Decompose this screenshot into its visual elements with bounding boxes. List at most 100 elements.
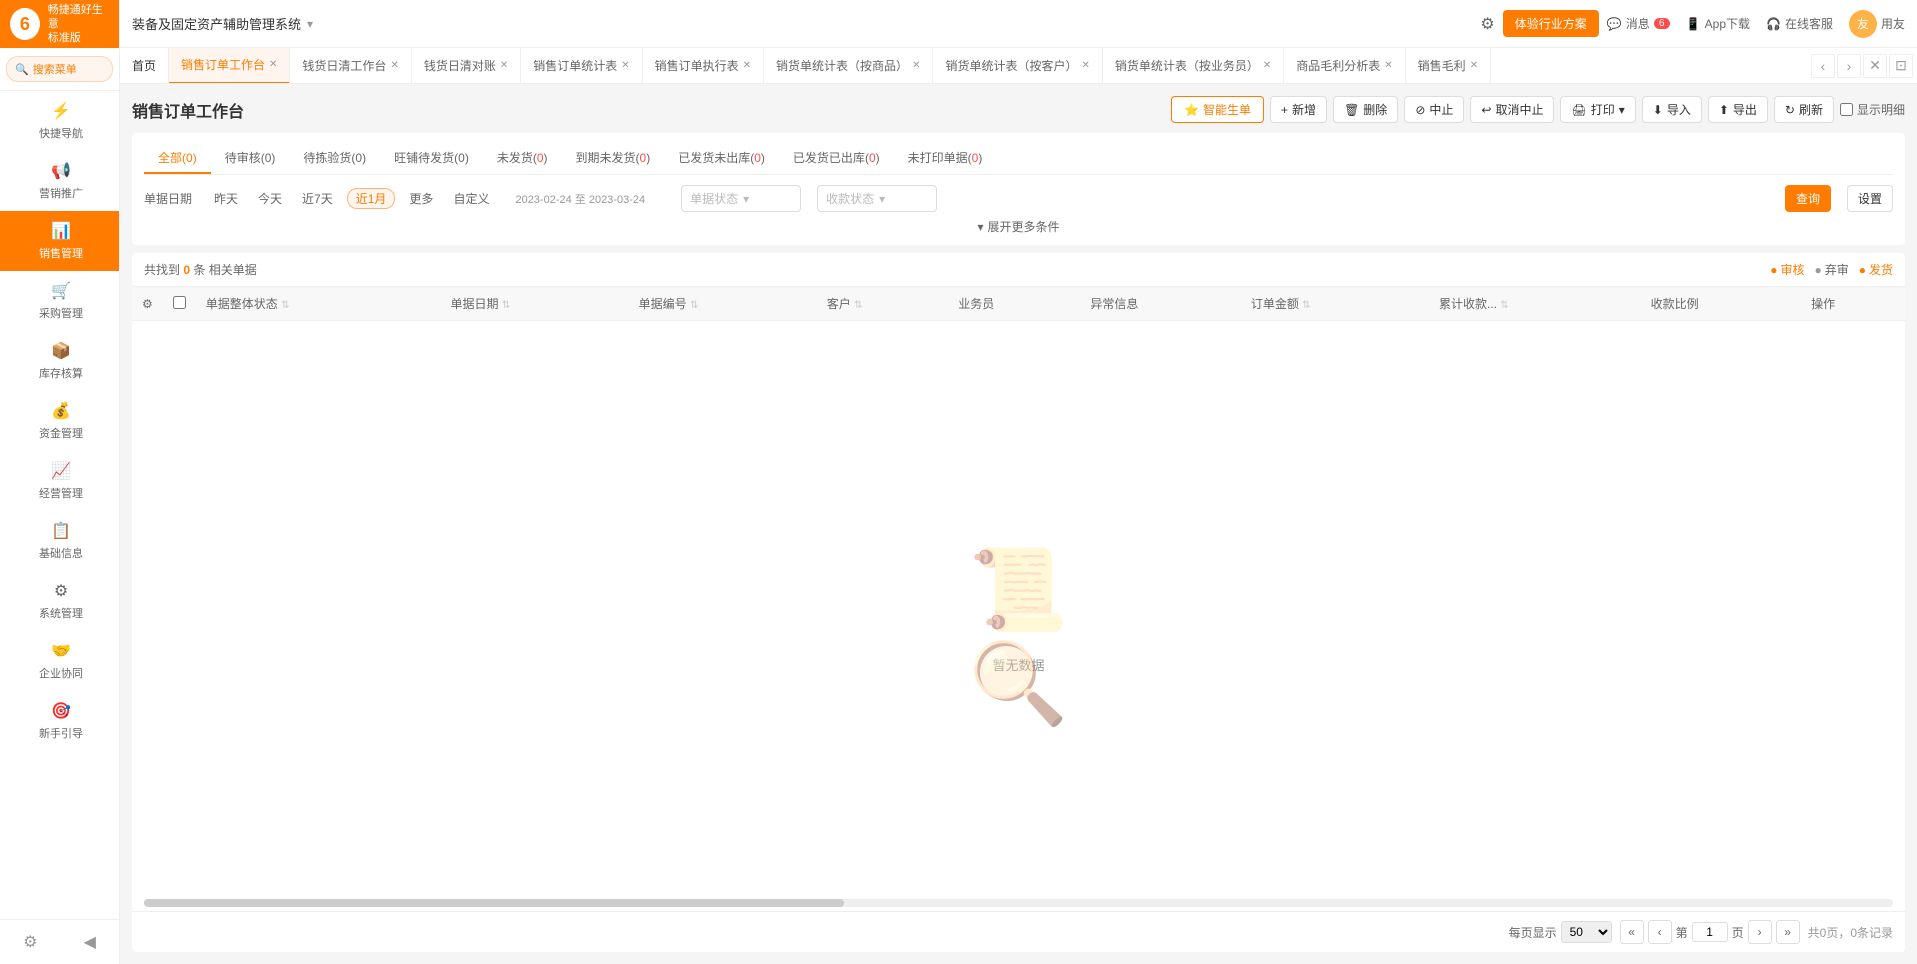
tab-sales-stat-customer[interactable]: 销货单统计表（按客户） ✕ xyxy=(933,48,1102,84)
date-option-custom[interactable]: 自定义 xyxy=(447,188,495,209)
tab-sales-stat-staff-close[interactable]: ✕ xyxy=(1263,60,1271,71)
dropdown-arrow-icon: ▾ xyxy=(307,17,313,31)
sidebar-item-base[interactable]: 📋 基础信息 xyxy=(0,511,119,571)
sidebar-item-enterprise[interactable]: 🤝 企业协同 xyxy=(0,631,119,691)
sidebar-item-finance[interactable]: 💰 资金管理 xyxy=(0,391,119,451)
show-detail-input[interactable] xyxy=(1840,103,1853,116)
subtab-shipped-unout[interactable]: 已发货未出库(0) xyxy=(664,143,779,174)
import-button[interactable]: ⬇ 导入 xyxy=(1642,96,1702,123)
tab-sales-stat-product[interactable]: 销货单统计表（按商品） ✕ xyxy=(764,48,933,84)
date-option-yesterday[interactable]: 昨天 xyxy=(208,188,244,209)
stop-button[interactable]: ⊘ 中止 xyxy=(1404,96,1464,123)
date-option-1month[interactable]: 近1月 xyxy=(347,188,396,209)
tab-sales-exec-close[interactable]: ✕ xyxy=(743,60,751,71)
status-filter-select[interactable]: 单据状态 ▾ xyxy=(681,185,801,212)
tab-sales-stat-customer-close[interactable]: ✕ xyxy=(1081,60,1089,71)
subtab-all[interactable]: 全部(0) xyxy=(144,143,211,174)
tab-cash-reconcile-close[interactable]: ✕ xyxy=(500,60,508,71)
print-button[interactable]: 🖨 打印 ▾ xyxy=(1560,96,1635,123)
tab-cash-daily-close[interactable]: ✕ xyxy=(390,60,398,71)
tab-sales-exec[interactable]: 销售订单执行表 ✕ xyxy=(643,48,764,84)
settings-bottom-button[interactable]: ⚙ xyxy=(15,928,45,956)
date-option-today[interactable]: 今天 xyxy=(252,188,288,209)
show-detail-checkbox[interactable]: 显示明细 xyxy=(1840,101,1905,118)
last-page-btn[interactable]: » xyxy=(1776,920,1800,944)
tab-home[interactable]: 首页 xyxy=(120,48,169,84)
trial-btn[interactable]: 体验行业方案 xyxy=(1503,10,1599,37)
settings-filter-button[interactable]: 设置 xyxy=(1847,185,1893,212)
th-status: 单据整体状态 ⇅ xyxy=(196,287,441,321)
prev-page-btn[interactable]: ‹ xyxy=(1648,920,1672,944)
collapse-sidebar-button[interactable]: ◀ xyxy=(76,928,104,956)
subtab-expired-unshipped[interactable]: 到期未发货(0) xyxy=(562,143,665,174)
subtab-shipped-out[interactable]: 已发货已出库(0) xyxy=(779,143,894,174)
page-size-selector: 每页显示 50100200 xyxy=(1509,921,1612,943)
user-menu[interactable]: 友 用友 xyxy=(1849,10,1905,38)
add-button[interactable]: + 新增 xyxy=(1270,96,1327,123)
tab-sales-stat-product-close[interactable]: ✕ xyxy=(912,60,920,71)
sort-amount-icon[interactable]: ⇅ xyxy=(1302,300,1310,311)
tab-sales-gross[interactable]: 销售毛利 ✕ xyxy=(1406,48,1491,84)
tabs-next-btn[interactable]: › xyxy=(1837,54,1861,78)
subtab-unshipped[interactable]: 未发货(0) xyxy=(483,143,562,174)
ship-action-btn[interactable]: ● 发货 xyxy=(1859,261,1893,278)
sidebar-item-sales[interactable]: 📊 销售管理 xyxy=(0,211,119,271)
topbar-settings-icon[interactable]: ⚙ xyxy=(1480,14,1494,34)
sort-date-icon[interactable]: ⇅ xyxy=(502,300,510,311)
tab-cash-daily[interactable]: 钱货日清工作台 ✕ xyxy=(290,48,411,84)
subtab-unprinted[interactable]: 未打印单据(0) xyxy=(894,143,997,174)
refresh-button[interactable]: ↻ 刷新 xyxy=(1774,96,1834,123)
quick-nav-icon: ⚡ xyxy=(51,101,71,121)
reject-action-btn[interactable]: ● 弃审 xyxy=(1814,261,1848,278)
tab-cash-reconcile[interactable]: 钱货日清对账 ✕ xyxy=(412,48,521,84)
sidebar-item-system[interactable]: ⚙ 系统管理 xyxy=(0,571,119,631)
tab-sales-gross-close[interactable]: ✕ xyxy=(1470,60,1478,71)
tab-sales-stat-close[interactable]: ✕ xyxy=(621,60,629,71)
tab-gross-analysis-close[interactable]: ✕ xyxy=(1384,60,1392,71)
first-page-btn[interactable]: « xyxy=(1620,920,1644,944)
select-all-checkbox[interactable] xyxy=(173,296,186,309)
collection-status-filter[interactable]: 收款状态 ▾ xyxy=(817,185,937,212)
sort-customer-icon[interactable]: ⇅ xyxy=(854,300,862,311)
tab-gross-analysis[interactable]: 商品毛利分析表 ✕ xyxy=(1284,48,1405,84)
date-option-7days[interactable]: 近7天 xyxy=(296,188,339,209)
subtab-pending[interactable]: 待审核(0) xyxy=(211,143,290,174)
date-option-more[interactable]: 更多 xyxy=(403,188,439,209)
subtab-wangpu[interactable]: 旺铺待发货(0) xyxy=(380,143,483,174)
tab-sales-order[interactable]: 销售订单工作台 ✕ xyxy=(169,48,290,84)
th-checkbox[interactable] xyxy=(163,287,196,321)
tabs-prev-btn[interactable]: ‹ xyxy=(1811,54,1835,78)
tab-sales-stat[interactable]: 销售订单统计表 ✕ xyxy=(521,48,642,84)
horizontal-scrollbar[interactable] xyxy=(144,899,1893,907)
cancel-stop-button[interactable]: ↩ 取消中止 xyxy=(1470,96,1554,123)
tab-sales-order-close[interactable]: ✕ xyxy=(269,59,277,70)
sidebar-item-operation[interactable]: 📈 经营管理 xyxy=(0,451,119,511)
sidebar-item-purchase[interactable]: 🛒 采购管理 xyxy=(0,271,119,331)
sidebar-item-inventory[interactable]: 📦 库存核算 xyxy=(0,331,119,391)
message-button[interactable]: 💬 消息 6 xyxy=(1607,15,1670,32)
smart-order-button[interactable]: ⭐ 智能生单 xyxy=(1171,96,1264,123)
app-download-button[interactable]: 📱 App下载 xyxy=(1686,15,1750,32)
sort-collected-icon[interactable]: ⇅ xyxy=(1500,300,1508,311)
tabs-close-all-btn[interactable]: ✕ xyxy=(1863,54,1887,78)
search-menu-button[interactable]: 🔍 搜索菜单 xyxy=(6,56,113,82)
sidebar-item-guide[interactable]: 🎯 新手引导 xyxy=(0,691,119,751)
page-number-input[interactable] xyxy=(1692,922,1728,942)
page-size-select[interactable]: 50100200 xyxy=(1561,921,1612,943)
query-button[interactable]: 查询 xyxy=(1785,185,1831,212)
audit-action-btn[interactable]: ● 审核 xyxy=(1770,261,1804,278)
sidebar-item-quick-nav[interactable]: ⚡ 快捷导航 xyxy=(0,91,119,151)
online-service-button[interactable]: 🎧 在线客服 xyxy=(1766,15,1833,32)
subtab-pending-inspect[interactable]: 待拣验货(0) xyxy=(289,143,380,174)
tab-sales-stat-staff[interactable]: 销货单统计表（按业务员） ✕ xyxy=(1103,48,1284,84)
horizontal-scroll-thumb[interactable] xyxy=(144,899,844,907)
next-page-btn[interactable]: › xyxy=(1748,920,1772,944)
tabs-expand-btn[interactable]: ⊡ xyxy=(1889,54,1913,78)
delete-button[interactable]: 🗑 删除 xyxy=(1333,96,1398,123)
expand-filter-button[interactable]: ▾ 展开更多条件 xyxy=(144,218,1893,235)
sort-number-icon[interactable]: ⇅ xyxy=(690,300,698,311)
export-button[interactable]: ⬆ 导出 xyxy=(1708,96,1768,123)
sidebar-item-marketing[interactable]: 📢 营销推广 xyxy=(0,151,119,211)
sort-status-icon[interactable]: ⇅ xyxy=(281,300,289,311)
th-settings[interactable]: ⚙ xyxy=(132,287,163,321)
